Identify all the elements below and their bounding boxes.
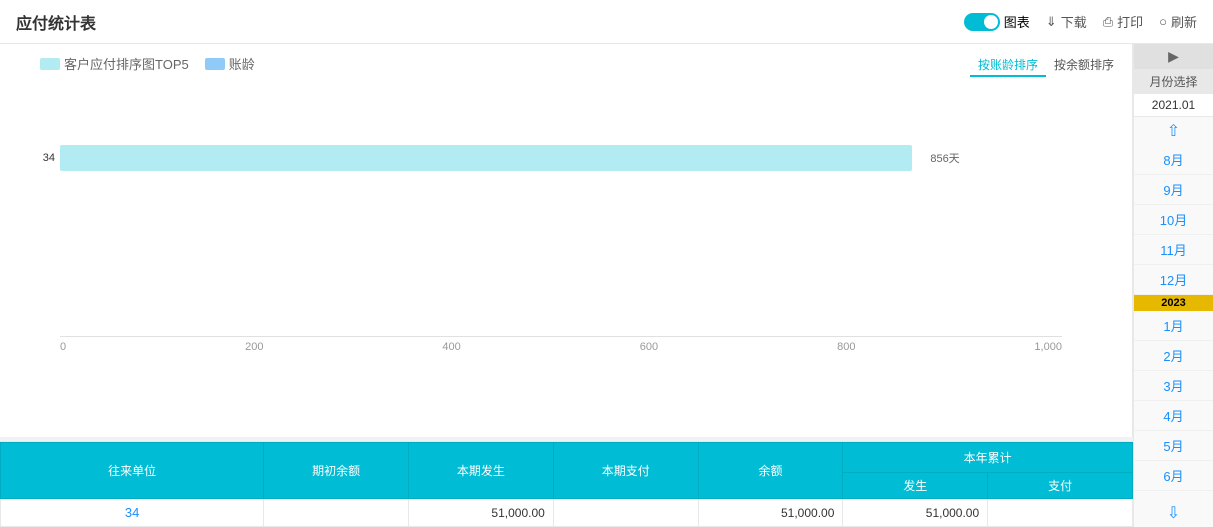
- table-header-row: 往来单位 期初余额 本期发生 本期支付 余额 本年累计: [1, 443, 1133, 473]
- table-section: 往来单位 期初余额 本期发生 本期支付 余额 本年累计 发生 支付 34: [0, 441, 1133, 527]
- page-title: 应付统计表: [16, 10, 96, 34]
- col-opening: 期初余额: [264, 443, 409, 499]
- download-label: 下载: [1061, 12, 1087, 31]
- year-2023-badge[interactable]: 2023: [1134, 295, 1213, 311]
- sidebar-collapse-btn[interactable]: ▶: [1134, 44, 1213, 69]
- table-body: 34 51,000.00 51,000.00 51,000.00: [1, 499, 1133, 527]
- legend-account-color: [205, 58, 225, 70]
- x-label-800: 800: [837, 341, 855, 353]
- col-current-occur: 本期发生: [409, 443, 554, 499]
- vendor-link[interactable]: 34: [125, 505, 139, 520]
- cell-opening: [264, 499, 409, 527]
- month-6[interactable]: 6月: [1134, 461, 1213, 491]
- month-10[interactable]: 10月: [1134, 205, 1213, 235]
- print-icon: ⎙: [1103, 14, 1113, 30]
- chart-toggle[interactable]: [964, 13, 1000, 31]
- x-label-0: 0: [60, 341, 66, 353]
- col-ytd-pay: 支付: [988, 473, 1133, 499]
- legend-account-label: 账龄: [229, 54, 255, 73]
- table-row: 34 51,000.00 51,000.00 51,000.00: [1, 499, 1133, 527]
- scroll-up-button[interactable]: ⇧: [1134, 117, 1213, 145]
- refresh-label: 刷新: [1171, 12, 1197, 31]
- bar-34: 856天: [60, 145, 912, 171]
- month-3[interactable]: 3月: [1134, 371, 1213, 401]
- x-label-1000: 1,000: [1034, 341, 1062, 353]
- month-11[interactable]: 11月: [1134, 235, 1213, 265]
- col-vendor: 往来单位: [1, 443, 264, 499]
- month-12[interactable]: 12月: [1134, 265, 1213, 295]
- cell-current-occur: 51,000.00: [409, 499, 554, 527]
- print-label: 打印: [1117, 12, 1143, 31]
- chart-toggle-label: 图表: [1004, 12, 1030, 31]
- month-list: 8月 9月 10月 11月 12月 2023 1月 2月 3月 4月 5月 6月…: [1134, 145, 1213, 499]
- legend-customer: 客户应付排序图TOP5: [40, 54, 189, 73]
- month-7[interactable]: 7月: [1134, 491, 1213, 499]
- col-current-pay: 本期支付: [553, 443, 698, 499]
- x-label-400: 400: [442, 341, 460, 353]
- download-button[interactable]: ⇓ 下载: [1046, 12, 1087, 31]
- month-9[interactable]: 9月: [1134, 175, 1213, 205]
- x-axis: 0 200 400 600 800 1,000: [60, 336, 1062, 353]
- month-5[interactable]: 5月: [1134, 431, 1213, 461]
- cell-ytd-occur: 51,000.00: [843, 499, 988, 527]
- print-button[interactable]: ⎙ 打印: [1103, 12, 1143, 31]
- month-8[interactable]: 8月: [1134, 145, 1213, 175]
- cell-current-pay: [553, 499, 698, 527]
- main-area: 客户应付排序图TOP5 账龄 按账龄排序 按余额排序 34 856天: [0, 44, 1213, 527]
- content-panel: 客户应付排序图TOP5 账龄 按账龄排序 按余额排序 34 856天: [0, 44, 1133, 527]
- col-ytd-occur: 发生: [843, 473, 988, 499]
- legend-account: 账龄: [205, 54, 255, 73]
- x-label-200: 200: [245, 341, 263, 353]
- bar-row-34: 34 856天: [60, 143, 1062, 173]
- chart-panel: 客户应付排序图TOP5 账龄 按账龄排序 按余额排序 34 856天: [0, 44, 1133, 437]
- download-icon: ⇓: [1046, 14, 1057, 30]
- current-date-value: 2021.01: [1134, 94, 1213, 117]
- cell-balance: 51,000.00: [698, 499, 843, 527]
- x-label-600: 600: [640, 341, 658, 353]
- scroll-down-button[interactable]: ⇩: [1134, 499, 1213, 527]
- refresh-icon: ○: [1159, 14, 1167, 29]
- sort-tab-amount[interactable]: 按余额排序: [1046, 54, 1122, 77]
- cell-ytd-pay: [988, 499, 1133, 527]
- legend-customer-label: 客户应付排序图TOP5: [64, 54, 189, 73]
- col-balance: 余额: [698, 443, 843, 499]
- data-table: 往来单位 期初余额 本期发生 本期支付 余额 本年累计 发生 支付 34: [0, 442, 1133, 527]
- month-2[interactable]: 2月: [1134, 341, 1213, 371]
- month-1[interactable]: 1月: [1134, 311, 1213, 341]
- date-select-label: 月份选择: [1134, 69, 1213, 94]
- chart-area: 34 856天 0 200 400 600 800 1,000: [60, 83, 1122, 373]
- cell-vendor: 34: [1, 499, 264, 527]
- month-4[interactable]: 4月: [1134, 401, 1213, 431]
- chevron-right-icon: ▶: [1168, 48, 1179, 64]
- bar-label-34: 34: [25, 152, 55, 164]
- legend-customer-color: [40, 58, 60, 70]
- refresh-button[interactable]: ○ 刷新: [1159, 12, 1197, 31]
- chart-legend: 客户应付排序图TOP5 账龄: [10, 54, 1122, 73]
- right-sidebar: ▶ 月份选择 2021.01 ⇧ 8月 9月 10月 11月 12月 2023 …: [1133, 44, 1213, 527]
- header-actions: 图表 ⇓ 下载 ⎙ 打印 ○ 刷新: [964, 12, 1197, 31]
- col-ytd-group: 本年累计: [843, 443, 1133, 473]
- chart-sort: 按账龄排序 按余额排序: [970, 54, 1122, 77]
- bar-value-34: 856天: [930, 150, 959, 166]
- header: 应付统计表 图表 ⇓ 下载 ⎙ 打印 ○ 刷新: [0, 0, 1213, 44]
- chart-toggle-wrap: 图表: [964, 12, 1030, 31]
- sort-tab-balance[interactable]: 按账龄排序: [970, 54, 1046, 77]
